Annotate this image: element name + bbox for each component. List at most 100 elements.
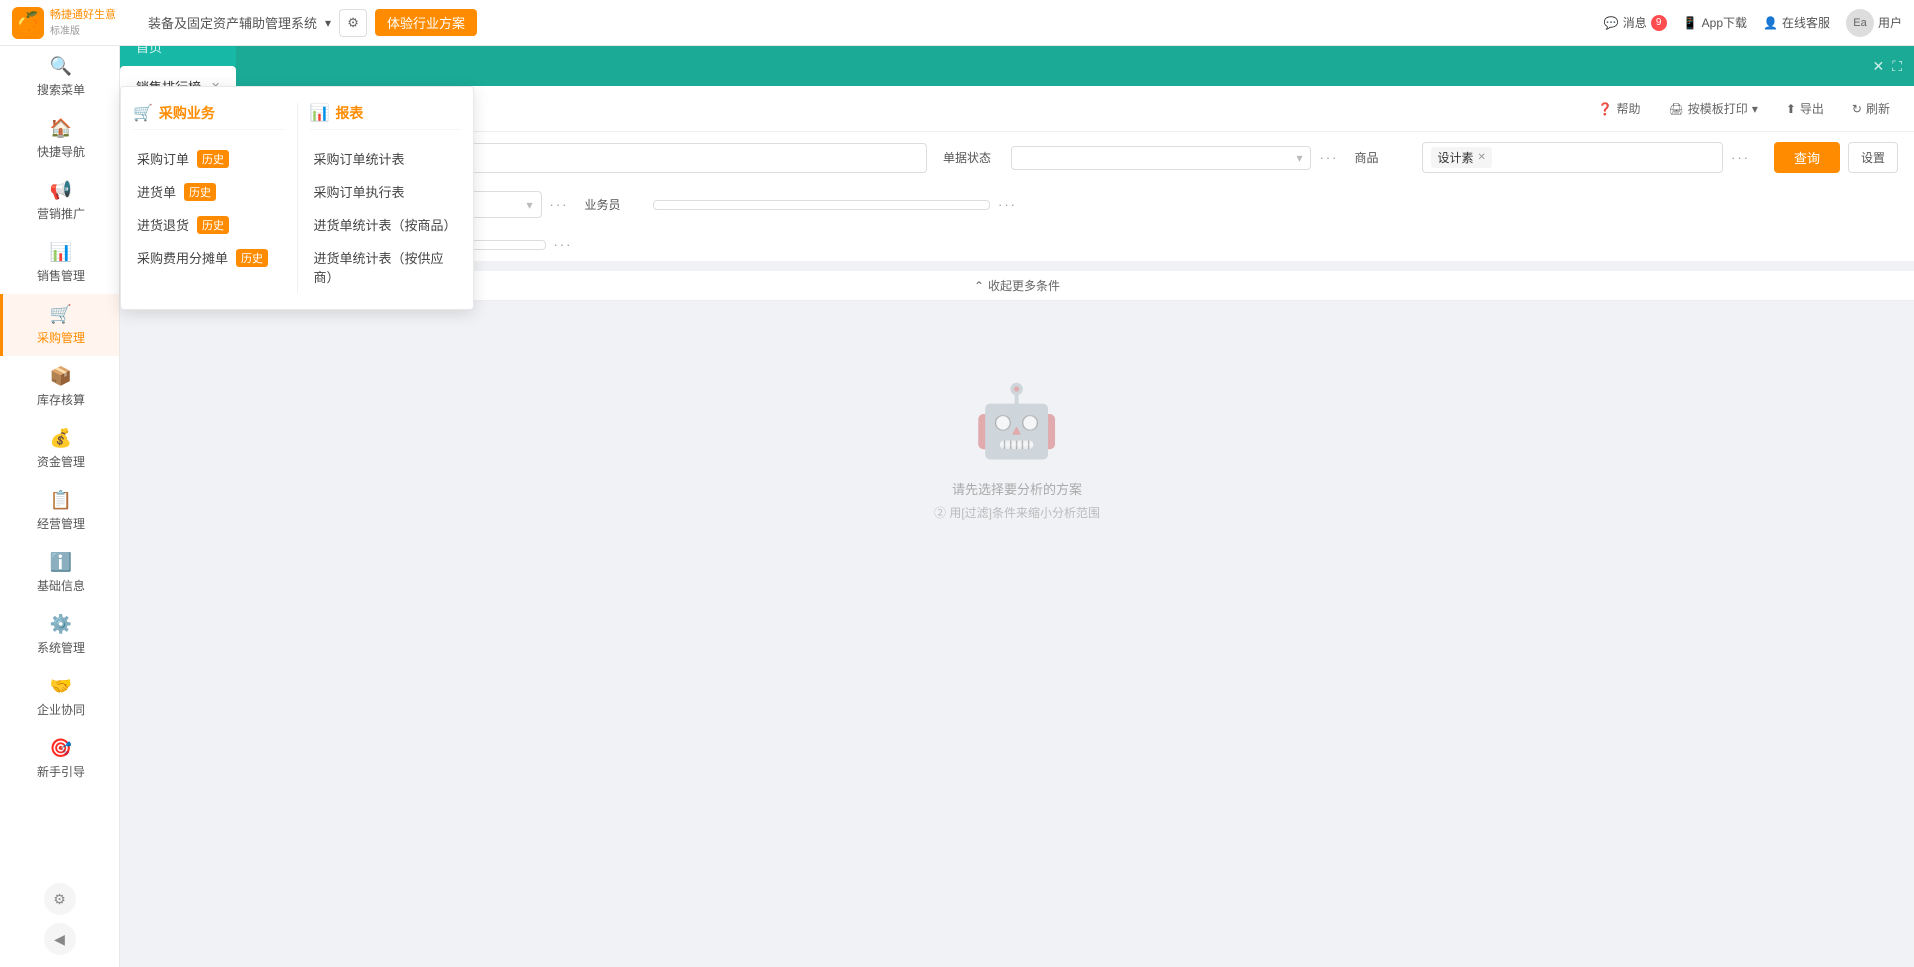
sidebar-item-采购管理[interactable]: 🛒 采购管理 (0, 294, 119, 356)
dropdown-menu: 🛒 采购业务 采购订单 历史进货单 历史进货退货 历史采购费用分摊单 历史 📊 … (120, 86, 474, 310)
refresh-label: 刷新 (1866, 100, 1890, 117)
product-item: 商品 设计素 ✕ ··· (1354, 142, 1750, 173)
history-badge: 历史 (197, 216, 229, 234)
export-icon: ⬆ (1786, 102, 1796, 116)
salesperson-dropdown[interactable] (653, 200, 991, 210)
print-btn[interactable]: 🖨 按模板打印 ▾ (1661, 96, 1766, 121)
menu-item-label: 进货单 (137, 182, 176, 201)
message-icon: 💬 (1604, 16, 1619, 30)
history-badge: 历史 (184, 183, 216, 201)
sidebar-icon: 🎯 (50, 738, 72, 759)
settings-btn[interactable]: ⚙ (339, 9, 367, 37)
menu-item-label: 进货退货 (137, 215, 189, 234)
sidebar-label: 企业协同 (37, 701, 85, 718)
system-dropdown-btn[interactable]: ▾ (325, 16, 331, 30)
collapse-label: 收起更多条件 (988, 277, 1060, 294)
empty-hint1: 请先选择要分析的方案 (952, 479, 1082, 498)
sidebar-item-库存核算[interactable]: 📦 库存核算 (0, 356, 119, 418)
purchase-menu-item[interactable]: 进货单 历史 (133, 175, 285, 208)
sidebar-collapse-btn[interactable]: ◀ (44, 923, 76, 955)
number-icon: ② (934, 506, 946, 520)
tab-bar-right: ✕ ⛶ (1872, 58, 1914, 75)
customer-dots[interactable]: ··· (554, 237, 573, 252)
sidebar-item-营销推广[interactable]: 📢 营销推广 (0, 170, 119, 232)
voucher-status-dots[interactable]: ··· (1319, 150, 1338, 165)
sidebar-icon: 🤝 (50, 676, 72, 697)
report-menu-item[interactable]: 进货单统计表（按供应商） (310, 241, 462, 293)
sidebar-item-搜索菜单[interactable]: 🔍 搜索菜单 (0, 46, 119, 108)
sidebar: 🔍 搜索菜单🏠 快捷导航📢 营销推广📊 销售管理🛒 采购管理📦 库存核算💰 资金… (0, 46, 120, 967)
report-icon: 📊 (310, 103, 330, 123)
user-abbr: Ea (1853, 17, 1866, 29)
product-tag-close[interactable]: ✕ (1478, 152, 1486, 163)
product-dots[interactable]: ··· (1731, 150, 1750, 165)
export-label: 导出 (1800, 100, 1824, 117)
sidebar-icon: 📦 (50, 366, 72, 387)
sidebar-label: 系统管理 (37, 639, 85, 656)
logo-text: 畅捷通好生意 (50, 8, 116, 22)
sidebar-item-快捷导航[interactable]: 🏠 快捷导航 (0, 108, 119, 170)
product-tag-text: 设计素 (1437, 149, 1473, 166)
app-download-action[interactable]: 📱 App下载 (1683, 14, 1747, 31)
menu-item-label: 进货单统计表（按供应商） (314, 248, 458, 286)
sidebar-item-新手引导[interactable]: 🎯 新手引导 (0, 728, 119, 790)
user-action[interactable]: Ea 用户 (1846, 9, 1902, 37)
sidebar-item-企业协同[interactable]: 🤝 企业协同 (0, 666, 119, 728)
settings-btn-filter[interactable]: 设置 (1848, 142, 1898, 173)
sidebar-settings-btn[interactable]: ⚙ (44, 883, 76, 915)
report-title-text: 报表 (335, 103, 363, 123)
tab-bar: 首页销售排行榜✕ ✕ ⛶ (120, 46, 1914, 86)
voucher-status-dropdown[interactable]: ▾ (1011, 146, 1312, 170)
export-btn[interactable]: ⬆ 导出 (1778, 96, 1832, 121)
refresh-btn[interactable]: ↻ 刷新 (1844, 96, 1898, 121)
online-service-action[interactable]: 👤 在线客服 (1763, 14, 1830, 31)
collapse-btn[interactable]: ⌃ 收起更多条件 (974, 277, 1060, 294)
purchase-menu-item[interactable]: 采购费用分摊单 历史 (133, 241, 285, 274)
rank-dots[interactable]: ··· (550, 197, 569, 212)
sidebar-item-销售管理[interactable]: 📊 销售管理 (0, 232, 119, 294)
sidebar-item-资金管理[interactable]: 💰 资金管理 (0, 418, 119, 480)
salesperson-dots[interactable]: ··· (998, 197, 1017, 212)
app-download-label: App下载 (1702, 14, 1747, 31)
close-all-tabs-btn[interactable]: ✕ (1872, 58, 1884, 75)
sidebar-icon: 📊 (50, 242, 72, 263)
online-service-label: 在线客服 (1782, 14, 1830, 31)
report-menu-item[interactable]: 进货单统计表（按商品） (310, 208, 462, 241)
message-action[interactable]: 💬 消息 9 (1604, 14, 1667, 31)
purchase-menu-item[interactable]: 采购订单 历史 (133, 142, 285, 175)
menu-item-label: 采购订单 (137, 149, 189, 168)
header-left: 🍊 畅捷通好生意 标准版 装备及固定资产辅助管理系统 ▾ ⚙ 体验行业方案 (12, 7, 477, 39)
chevron-down-icon: ▾ (325, 16, 331, 30)
purchase-title-text: 采购业务 (159, 103, 215, 123)
system-title: 装备及固定资产辅助管理系统 (148, 13, 317, 32)
user-label: 用户 (1878, 14, 1902, 31)
message-label: 消息 (1623, 14, 1647, 31)
empty-state: 🤖 请先选择要分析的方案 ② 用[过滤]条件来缩小分析范围 (120, 301, 1914, 601)
sidebar-icon: 🛒 (50, 304, 72, 325)
report-menu-item[interactable]: 采购订单执行表 (310, 175, 462, 208)
print-label: 按模板打印 (1688, 100, 1748, 117)
expand-btn[interactable]: ⛶ (1892, 58, 1902, 75)
sidebar-label: 经营管理 (37, 515, 85, 532)
salesperson-item: 业务员 ··· (585, 196, 1018, 213)
industry-btn[interactable]: 体验行业方案 (375, 9, 477, 36)
purchase-menu-item[interactable]: 进货退货 历史 (133, 208, 285, 241)
query-btn[interactable]: 查询 (1774, 142, 1840, 173)
sidebar-icon: ℹ️ (50, 552, 72, 573)
sidebar-items: 🔍 搜索菜单🏠 快捷导航📢 营销推广📊 销售管理🛒 采购管理📦 库存核算💰 资金… (0, 46, 119, 790)
menu-item-label: 采购订单执行表 (314, 182, 405, 201)
sidebar-item-系统管理[interactable]: ⚙️ 系统管理 (0, 604, 119, 666)
salesperson-label: 业务员 (585, 196, 645, 213)
purchase-icon: 🛒 (133, 103, 153, 123)
empty-hint2-text: 用[过滤]条件来缩小分析范围 (949, 506, 1100, 520)
product-dropdown[interactable]: 设计素 ✕ (1422, 142, 1723, 173)
sidebar-item-基础信息[interactable]: ℹ️ 基础信息 (0, 542, 119, 604)
sidebar-label: 资金管理 (37, 453, 85, 470)
sidebar-label: 搜索菜单 (37, 81, 85, 98)
help-btn[interactable]: ❓ 帮助 (1590, 96, 1649, 121)
report-menu-item[interactable]: 采购订单统计表 (310, 142, 462, 175)
sidebar-item-经营管理[interactable]: 📋 经营管理 (0, 480, 119, 542)
print-dropdown-icon: ▾ (1752, 102, 1758, 116)
menu-item-label: 进货单统计表（按商品） (314, 215, 457, 234)
header-right: 💬 消息 9 📱 App下载 👤 在线客服 Ea 用户 (1604, 9, 1902, 37)
